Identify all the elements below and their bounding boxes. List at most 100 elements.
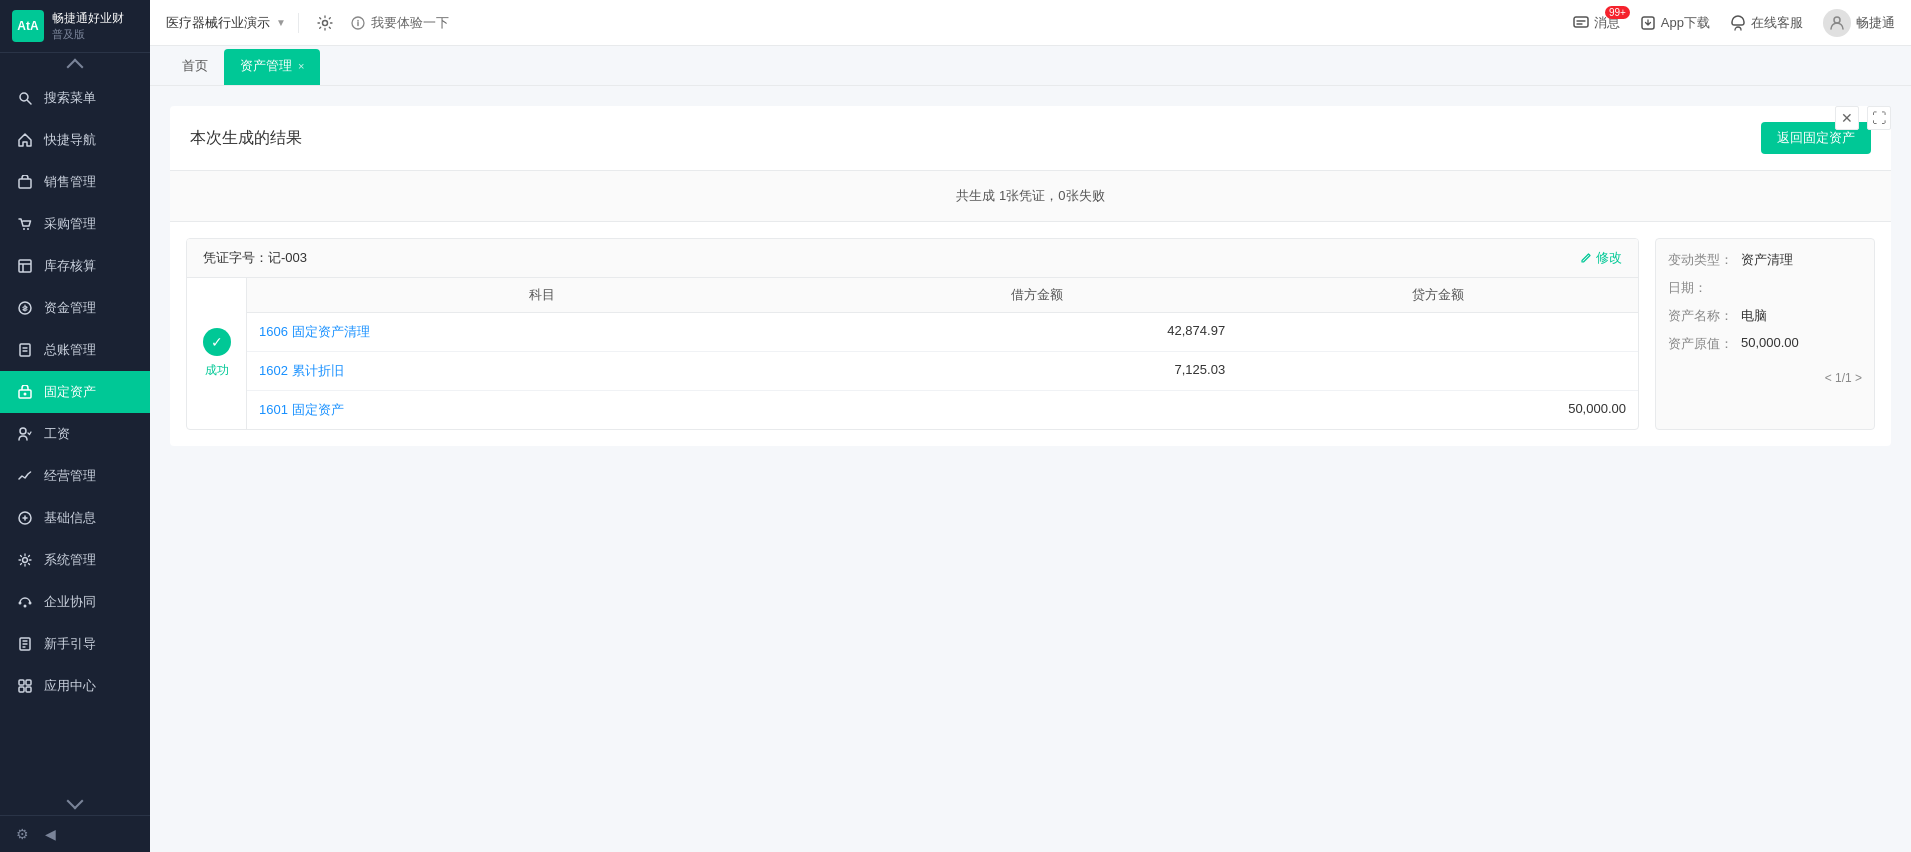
topbar-trial-btn[interactable]: 我要体验一下 <box>351 14 449 32</box>
date-label: 日期： <box>1668 279 1728 297</box>
edit-button[interactable]: 修改 <box>1580 249 1622 267</box>
sidebar-item-label: 企业协同 <box>44 593 96 611</box>
voucher-container: 凭证字号：记-003 修改 ✓ 成功 <box>170 222 1891 446</box>
app-center-icon <box>16 677 34 695</box>
sidebar-item-purchase[interactable]: 采购管理 <box>0 203 150 245</box>
sidebar-item-operations[interactable]: 经营管理 <box>0 455 150 497</box>
svg-point-12 <box>23 558 28 563</box>
system-icon <box>16 551 34 569</box>
user-avatar[interactable]: 畅捷通 <box>1823 9 1895 37</box>
sidebar-item-label: 销售管理 <box>44 173 96 191</box>
guide-icon <box>16 635 34 653</box>
sidebar-item-label: 工资 <box>44 425 70 443</box>
row1-subject: 1606 固定资产清理 <box>247 313 836 351</box>
avatar-icon <box>1823 9 1851 37</box>
sidebar-item-label: 搜索菜单 <box>44 89 96 107</box>
sidebar-item-app-center[interactable]: 应用中心 <box>0 665 150 707</box>
sidebar-item-enterprise[interactable]: 企业协同 <box>0 581 150 623</box>
table-header: 科目 借方金额 贷方金额 <box>247 278 1638 313</box>
project-name: 医疗器械行业演示 <box>166 14 270 32</box>
sidebar-item-basics[interactable]: 基础信息 <box>0 497 150 539</box>
tab-asset-management[interactable]: 资产管理 × <box>224 49 320 85</box>
online-service-label: 在线客服 <box>1751 14 1803 32</box>
svg-rect-2 <box>19 179 31 188</box>
svg-point-21 <box>322 20 327 25</box>
sidebar-item-label: 总账管理 <box>44 341 96 359</box>
sidebar-item-label: 新手引导 <box>44 635 96 653</box>
table-row: 1606 固定资产清理 42,874.97 <box>247 313 1638 352</box>
change-type-label: 变动类型： <box>1668 251 1733 269</box>
voucher-header: 凭证字号：记-003 修改 <box>187 239 1638 278</box>
home-icon <box>16 131 34 149</box>
online-service-btn[interactable]: 在线客服 <box>1730 14 1803 32</box>
svg-line-1 <box>28 101 32 105</box>
tab-close-btn[interactable]: × <box>298 60 304 72</box>
sidebar-item-finance[interactable]: 资金管理 <box>0 287 150 329</box>
row1-debit: 42,874.97 <box>836 313 1237 351</box>
change-type-row: 变动类型： 资产清理 <box>1668 251 1862 269</box>
close-panel-btn[interactable]: ✕ <box>1835 106 1859 130</box>
trial-label: 我要体验一下 <box>371 14 449 32</box>
topbar-project[interactable]: 医疗器械行业演示 ▼ <box>166 14 286 32</box>
search-icon <box>16 89 34 107</box>
result-panel: 本次生成的结果 返回固定资产 共生成 1张凭证，0张失败 凭证字号：记-003 <box>170 106 1891 446</box>
payroll-icon <box>16 425 34 443</box>
finance-icon <box>16 299 34 317</box>
result-header: 本次生成的结果 返回固定资产 <box>170 106 1891 171</box>
topbar-settings-btn[interactable] <box>311 9 339 37</box>
row3-subject: 1601 固定资产 <box>247 391 836 429</box>
fixed-assets-icon <box>16 383 34 401</box>
collapse-icon[interactable]: ◀ <box>45 826 56 842</box>
result-summary: 共生成 1张凭证，0张失败 <box>170 171 1891 222</box>
table-row: 1601 固定资产 50,000.00 <box>247 391 1638 429</box>
row2-subject: 1602 累计折旧 <box>247 352 836 390</box>
tab-active-label: 资产管理 <box>240 57 292 75</box>
svg-point-13 <box>24 605 27 608</box>
svg-point-25 <box>1834 17 1840 23</box>
scroll-up-icon[interactable] <box>67 59 84 76</box>
voucher-body: ✓ 成功 科目 借方金额 贷方金额 1606 固定资产清理 <box>187 278 1638 429</box>
svg-point-15 <box>29 602 32 605</box>
edit-label: 修改 <box>1596 249 1622 267</box>
asset-original-label: 资产原值： <box>1668 335 1733 353</box>
sidebar-item-sales[interactable]: 销售管理 <box>0 161 150 203</box>
svg-rect-20 <box>26 687 31 692</box>
sidebar-item-label: 应用中心 <box>44 677 96 695</box>
asset-name-row: 资产名称： 电脑 <box>1668 307 1862 325</box>
sidebar-item-quick-nav[interactable]: 快捷导航 <box>0 119 150 161</box>
messages-btn[interactable]: 消息 99+ <box>1573 14 1620 32</box>
sidebar-item-guide[interactable]: 新手引导 <box>0 623 150 665</box>
tab-home-label: 首页 <box>182 57 208 75</box>
sidebar-item-ledger[interactable]: 总账管理 <box>0 329 150 371</box>
asset-original-row: 资产原值： 50,000.00 <box>1668 335 1862 353</box>
row3-credit: 50,000.00 <box>1237 391 1638 429</box>
operations-icon <box>16 467 34 485</box>
svg-rect-17 <box>19 680 24 685</box>
sidebar-item-inventory[interactable]: 库存核算 <box>0 245 150 287</box>
settings-bottom-icon[interactable]: ⚙ <box>16 826 29 842</box>
svg-rect-19 <box>19 687 24 692</box>
panel-controls: ✕ ⛶ <box>1835 106 1891 130</box>
voucher-id: 凭证字号：记-003 <box>203 249 307 267</box>
col-credit-header: 贷方金额 <box>1237 278 1638 312</box>
svg-point-0 <box>20 93 28 101</box>
voucher-section: 凭证字号：记-003 修改 ✓ 成功 <box>186 238 1639 430</box>
date-row: 日期： <box>1668 279 1862 297</box>
purchase-icon <box>16 215 34 233</box>
sidebar-item-payroll[interactable]: 工资 <box>0 413 150 455</box>
sidebar-item-search[interactable]: 搜索菜单 <box>0 77 150 119</box>
tab-home[interactable]: 首页 <box>166 49 224 85</box>
topbar-actions: 消息 99+ App下载 在线客服 <box>1573 9 1895 37</box>
expand-panel-btn[interactable]: ⛶ <box>1867 106 1891 130</box>
sidebar-item-fixed-assets[interactable]: 固定资产 <box>0 371 150 413</box>
sidebar-nav: 搜索菜单 快捷导航 销售管理 <box>0 77 150 791</box>
enterprise-icon <box>16 593 34 611</box>
summary-text: 共生成 1张凭证，0张失败 <box>956 188 1104 203</box>
app-download-btn[interactable]: App下载 <box>1640 14 1710 32</box>
svg-point-9 <box>24 393 27 396</box>
scroll-down-icon[interactable] <box>67 793 84 810</box>
row3-debit <box>836 391 1237 429</box>
svg-point-14 <box>19 602 22 605</box>
sidebar-item-system[interactable]: 系统管理 <box>0 539 150 581</box>
pagination[interactable]: < 1/1 > <box>1668 363 1862 385</box>
